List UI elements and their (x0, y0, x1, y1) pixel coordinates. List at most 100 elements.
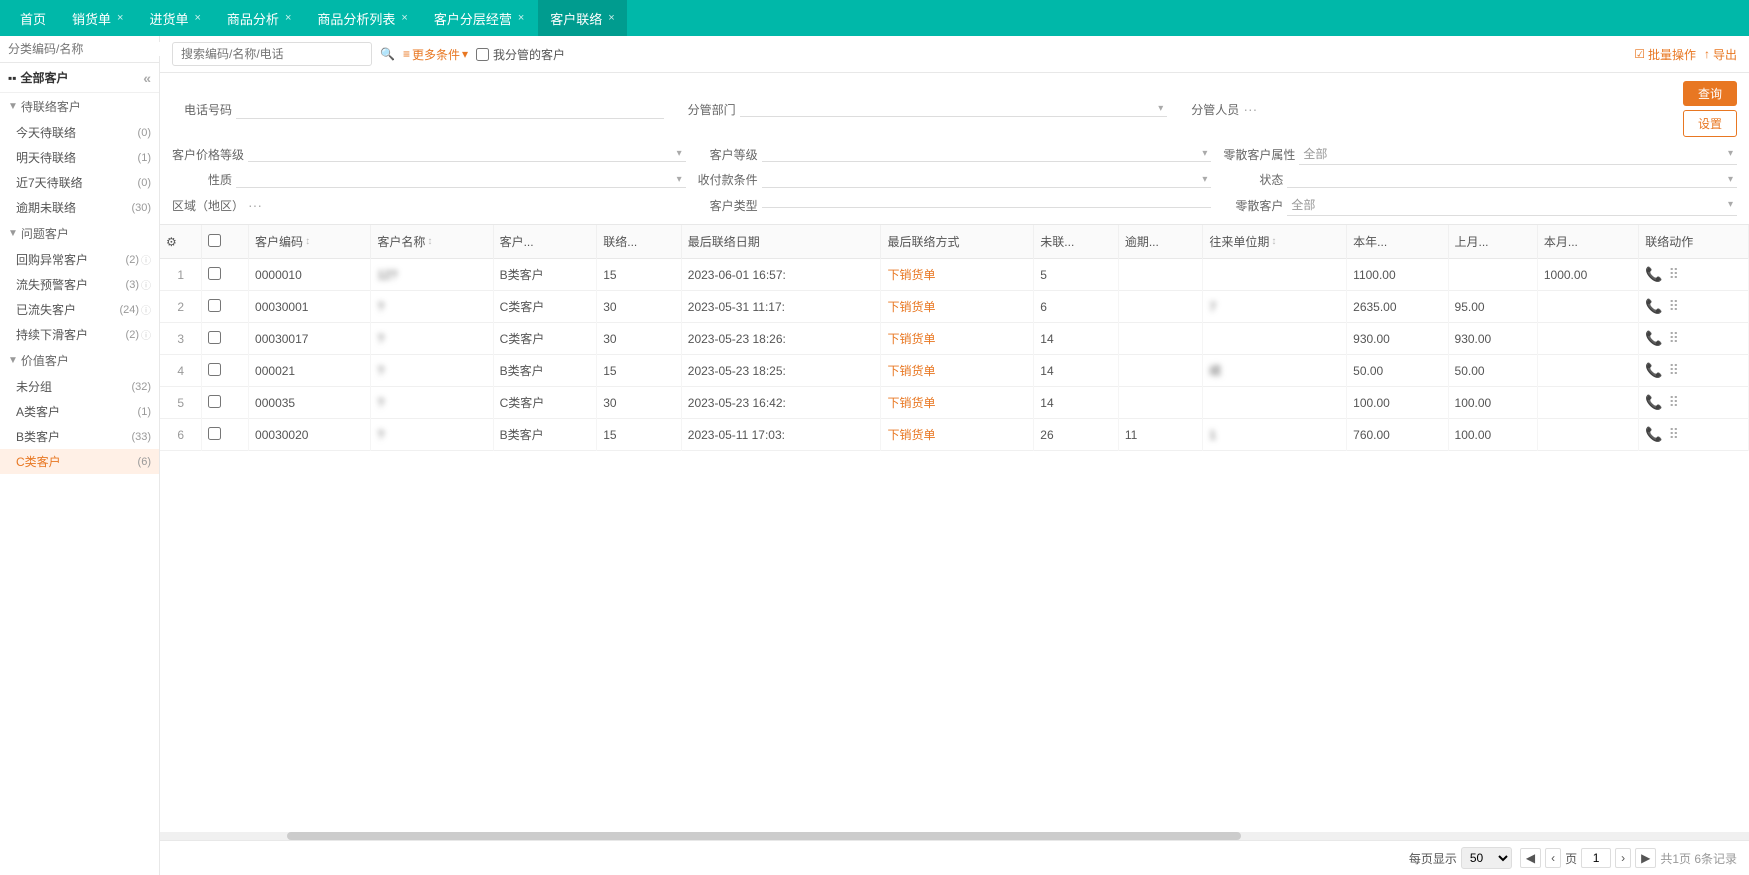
sidebar-item-回购异常客户[interactable]: 回购异常客户(2)ⓘ (0, 247, 159, 272)
sidebar-item-B类客户[interactable]: B类客户(33) (0, 424, 159, 449)
price-level-select[interactable]: ▾ (248, 146, 686, 162)
phone-action-icon-4[interactable]: 📞 (1645, 394, 1662, 411)
page-number-input[interactable] (1581, 848, 1611, 868)
status-select[interactable]: ▾ (1287, 172, 1737, 188)
branch-dept-select[interactable]: ▾ (740, 101, 1168, 117)
col-settings[interactable]: ⚙ (160, 225, 202, 259)
sidebar-search-input[interactable] (8, 42, 163, 56)
info-icon[interactable]: ⓘ (141, 252, 151, 267)
per-page-select[interactable]: 50 100 200 (1461, 847, 1512, 869)
scrollbar-thumb[interactable] (287, 832, 1240, 840)
row-checkbox-2[interactable] (202, 323, 249, 355)
close-tab-icon-customer-contact[interactable]: × (608, 12, 614, 24)
sidebar-item-持续下滑客户[interactable]: 持续下滑客户(2)ⓘ (0, 322, 159, 347)
phone-action-icon-2[interactable]: 📞 (1645, 330, 1662, 347)
region-dots[interactable]: ··· (248, 197, 262, 213)
my-customers-checkbox[interactable] (476, 48, 489, 61)
nav-item-customer-contact[interactable]: 客户联络× (538, 0, 626, 36)
set-button[interactable]: 设置 (1683, 110, 1737, 137)
col-last-method[interactable]: 最后联络方式 (881, 225, 1034, 259)
more-action-icon-2[interactable]: ⠿ (1669, 330, 1679, 347)
row-last-method-5[interactable]: 下销货单 (881, 419, 1034, 451)
nav-item-product-analysis[interactable]: 商品分析× (215, 0, 303, 36)
sidebar-item-A类客户[interactable]: A类客户(1) (0, 399, 159, 424)
phone-action-icon-0[interactable]: 📞 (1645, 266, 1662, 283)
col-overdue[interactable]: 逾期... (1118, 225, 1203, 259)
col-last-date[interactable]: 最后联络日期 (681, 225, 881, 259)
col-code[interactable]: 客户编码↕ (249, 225, 371, 259)
phone-action-icon-5[interactable]: 📞 (1645, 426, 1662, 443)
close-tab-icon-sales[interactable]: × (117, 12, 123, 24)
query-button[interactable]: 查询 (1683, 81, 1737, 106)
col-this-year[interactable]: 本年... (1347, 225, 1448, 259)
row-last-method-3[interactable]: 下销货单 (881, 355, 1034, 387)
next-page-button[interactable]: › (1615, 848, 1631, 868)
nav-item-product-analysis-list[interactable]: 商品分析列表× (305, 0, 419, 36)
prev-page-button[interactable]: ‹ (1545, 848, 1561, 868)
col-name[interactable]: 客户名称↕ (371, 225, 493, 259)
row-checkbox-1[interactable] (202, 291, 249, 323)
sidebar-item-明天待联络[interactable]: 明天待联络(1) (0, 145, 159, 170)
last-method-link-2[interactable]: 下销货单 (887, 332, 935, 346)
sidebar-section-title-pending[interactable]: ▼ 待联络客户 (0, 93, 159, 120)
nature-select[interactable]: ▾ (236, 172, 686, 188)
sidebar-item-流失预警客户[interactable]: 流失预警客户(3)ⓘ (0, 272, 159, 297)
col-type[interactable]: 客户... (493, 225, 597, 259)
more-action-icon-0[interactable]: ⠿ (1669, 266, 1679, 283)
phone-action-icon-1[interactable]: 📞 (1645, 298, 1662, 315)
payment-terms-select[interactable]: ▾ (762, 172, 1212, 188)
row-last-method-4[interactable]: 下销货单 (881, 387, 1034, 419)
more-action-icon-3[interactable]: ⠿ (1669, 362, 1679, 379)
row-last-method-2[interactable]: 下销货单 (881, 323, 1034, 355)
col-historical[interactable]: 往来单位期↕ (1203, 225, 1347, 259)
row-last-method-1[interactable]: 下销货单 (881, 291, 1034, 323)
col-checkbox[interactable] (202, 225, 249, 259)
row-checkbox-4[interactable] (202, 387, 249, 419)
sidebar-item-未分组[interactable]: 未分组(32) (0, 374, 159, 399)
zero-customer-attr-select[interactable]: 全部 ▾ (1299, 143, 1737, 165)
my-customers-checkbox-label[interactable]: 我分管的客户 (476, 46, 565, 63)
close-tab-icon-purchase[interactable]: × (194, 12, 200, 24)
last-page-button[interactable]: ▶ (1635, 848, 1656, 868)
customer-level-select[interactable]: ▾ (762, 146, 1212, 162)
more-action-icon-4[interactable]: ⠿ (1669, 394, 1679, 411)
nav-item-customer-segment[interactable]: 客户分层经营× (422, 0, 536, 36)
row-last-method-0[interactable]: 下销货单 (881, 259, 1034, 291)
sidebar-search-bar[interactable]: 🔍 (0, 36, 159, 63)
batch-op-button[interactable]: ☑ 批量操作 (1634, 46, 1696, 63)
sidebar-section-title-problem[interactable]: ▼ 问题客户 (0, 220, 159, 247)
phone-input[interactable] (236, 100, 664, 119)
close-tab-icon-customer-segment[interactable]: × (518, 12, 524, 24)
last-method-link-0[interactable]: 下销货单 (887, 268, 935, 282)
branch-person-dots[interactable]: ··· (1243, 101, 1257, 117)
sidebar-item-近7天待联络[interactable]: 近7天待联络(0) (0, 170, 159, 195)
sidebar-all-customers[interactable]: ▪▪ 全部客户 « (0, 63, 159, 93)
info-icon[interactable]: ⓘ (141, 277, 151, 292)
first-page-button[interactable]: ◀ (1520, 848, 1541, 868)
select-all-checkbox[interactable] (208, 234, 221, 247)
phone-action-icon-3[interactable]: 📞 (1645, 362, 1662, 379)
zero-customer-select[interactable]: 全部 ▾ (1287, 194, 1737, 216)
row-checkbox-0[interactable] (202, 259, 249, 291)
close-tab-icon-product-analysis-list[interactable]: × (401, 12, 407, 24)
customer-type-select[interactable] (762, 203, 1212, 208)
last-method-link-4[interactable]: 下销货单 (887, 396, 935, 410)
last-method-link-1[interactable]: 下销货单 (887, 300, 935, 314)
filter-search-input[interactable] (172, 42, 372, 66)
last-method-link-3[interactable]: 下销货单 (887, 364, 935, 378)
col-contact[interactable]: 联络... (597, 225, 682, 259)
filter-search-button[interactable]: 🔍 (380, 47, 395, 61)
info-icon[interactable]: ⓘ (141, 327, 151, 342)
col-last-month[interactable]: 上月... (1448, 225, 1537, 259)
sidebar-item-逾期未联络[interactable]: 逾期未联络(30) (0, 195, 159, 220)
info-icon[interactable]: ⓘ (141, 302, 151, 317)
more-conditions-button[interactable]: ≡ 更多条件 ▾ (403, 46, 468, 63)
collapse-icon[interactable]: « (143, 70, 151, 86)
col-this-month[interactable]: 本月... (1537, 225, 1638, 259)
export-button[interactable]: ↑ 导出 (1704, 46, 1737, 63)
nav-item-sales[interactable]: 销货单× (60, 0, 135, 36)
horizontal-scrollbar[interactable] (160, 832, 1749, 840)
nav-item-home[interactable]: 首页 (8, 0, 58, 36)
sidebar-item-C类客户[interactable]: C类客户(6) (0, 449, 159, 474)
more-action-icon-1[interactable]: ⠿ (1669, 298, 1679, 315)
